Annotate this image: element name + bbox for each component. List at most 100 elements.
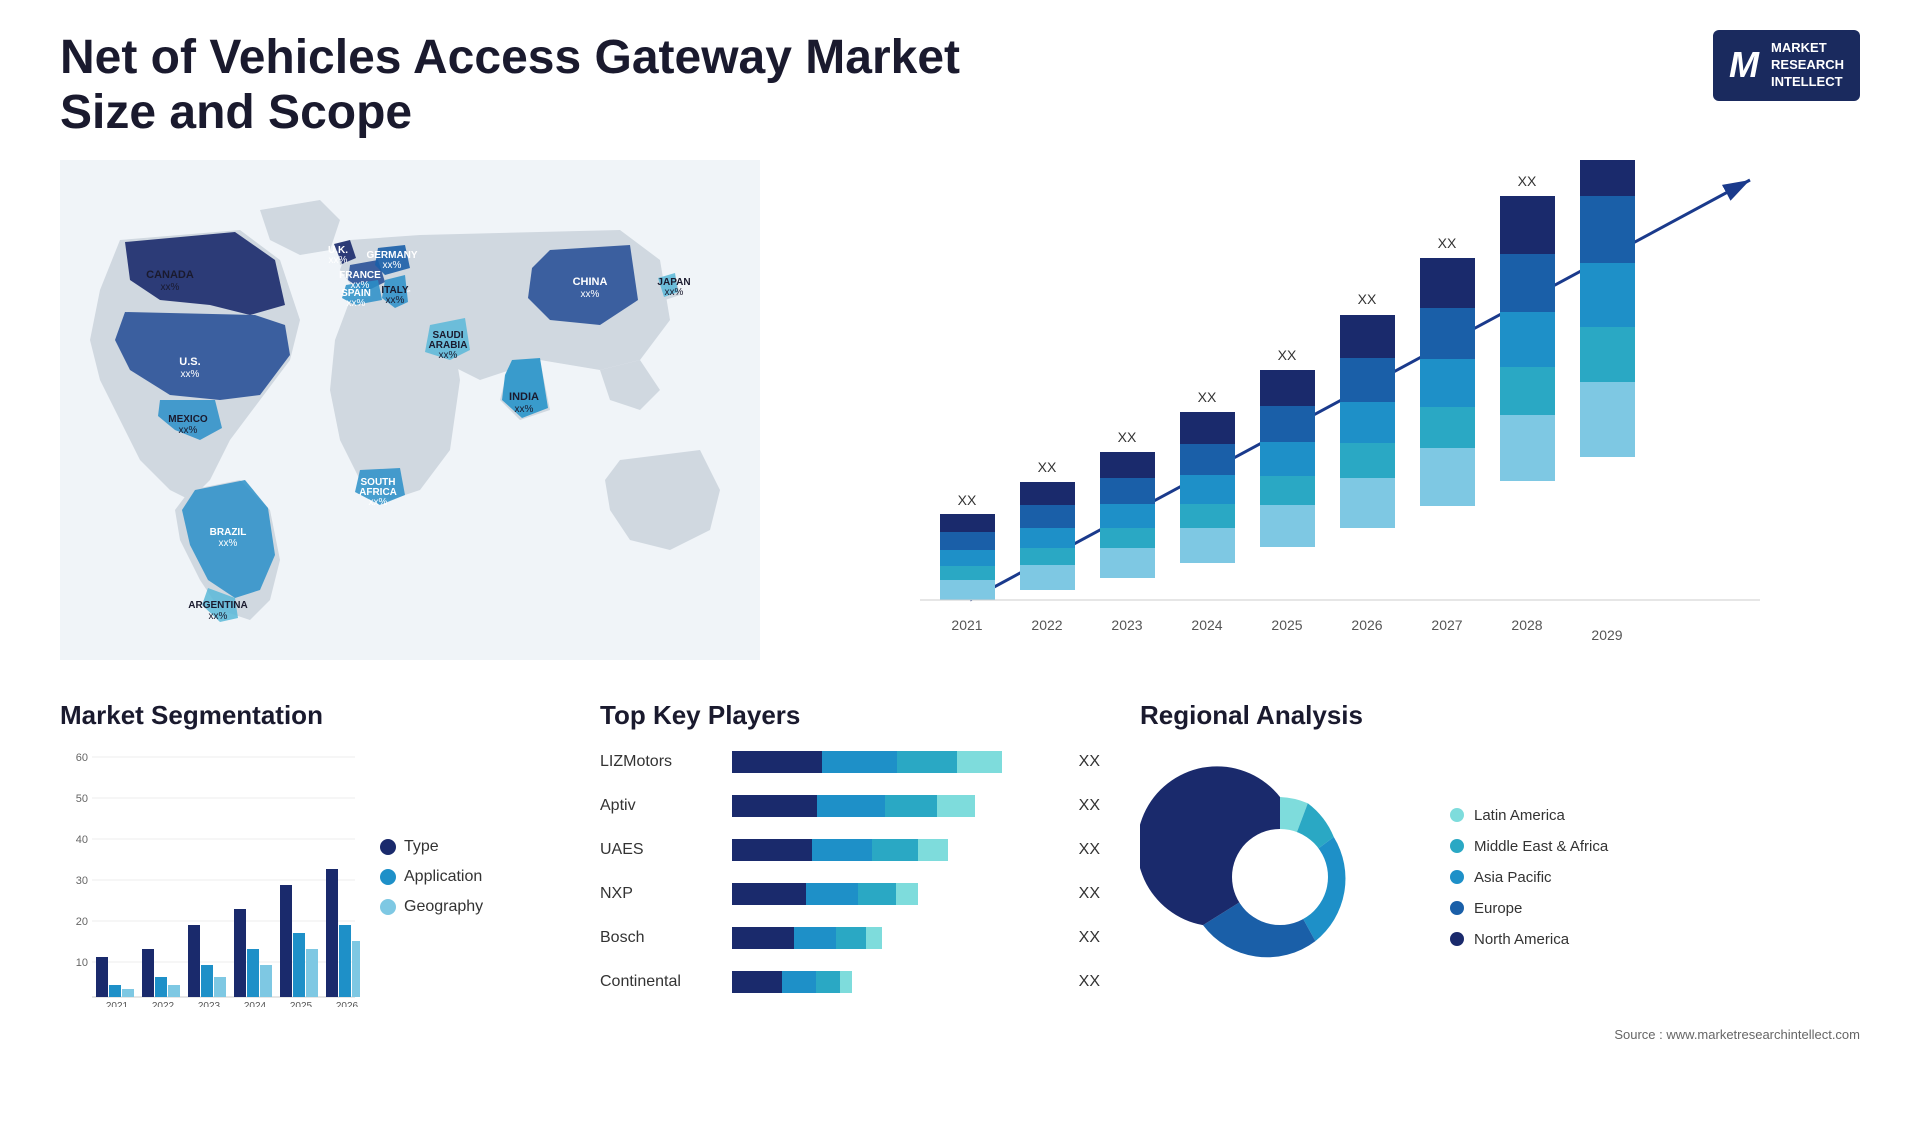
logo: M MARKET RESEARCH INTELLECT	[1713, 30, 1860, 101]
regional-title: Regional Analysis	[1140, 700, 1860, 731]
svg-text:U.S.: U.S.	[179, 356, 200, 368]
svg-text:2024: 2024	[1191, 617, 1222, 633]
type-label: Type	[404, 838, 439, 856]
svg-text:xx%: xx%	[181, 369, 200, 380]
logo-letter: M	[1729, 44, 1759, 86]
player-aptiv: Aptiv XX	[600, 791, 1100, 821]
bar-chart-svg: XX 2021 XX 2022 XX 2023	[820, 160, 1860, 660]
na-label: North America	[1474, 931, 1569, 948]
type-dot	[380, 839, 396, 855]
europe-dot	[1450, 901, 1464, 915]
svg-text:XX: XX	[1518, 173, 1537, 189]
map-svg: CANADA xx% U.S. xx% MEXICO xx% BRAZIL xx…	[60, 160, 760, 660]
player-name-bosch: Bosch	[600, 929, 720, 947]
reg-legend-mea: Middle East & Africa	[1450, 838, 1608, 855]
svg-text:XX: XX	[958, 492, 977, 508]
key-players-section: Top Key Players LIZMotors XX	[600, 700, 1100, 1042]
svg-text:MEXICO: MEXICO	[168, 414, 208, 425]
player-bosch: Bosch XX	[600, 923, 1100, 953]
svg-text:2025: 2025	[290, 1001, 313, 1007]
player-bar-bosch	[732, 923, 1059, 953]
latin-label: Latin America	[1474, 807, 1565, 824]
donut-area: Latin America Middle East & Africa Asia …	[1140, 747, 1860, 1007]
legend-type: Type	[380, 838, 483, 856]
player-name-aptiv: Aptiv	[600, 797, 720, 815]
player-name-continental: Continental	[600, 973, 720, 991]
world-map: CANADA xx% U.S. xx% MEXICO xx% BRAZIL xx…	[60, 160, 760, 660]
donut-chart-svg	[1140, 747, 1420, 1007]
svg-text:xx%: xx%	[386, 295, 405, 306]
svg-text:2022: 2022	[1031, 617, 1062, 633]
svg-text:xx%: xx%	[347, 298, 366, 309]
svg-text:CANADA: CANADA	[146, 269, 194, 281]
mea-label: Middle East & Africa	[1474, 838, 1608, 855]
player-name-lizmotors: LIZMotors	[600, 753, 720, 771]
regional-section: Regional Analysis	[1140, 700, 1860, 1042]
seg-chart-svg: 60 50 40 30 20 10	[60, 747, 360, 1007]
player-bar-continental	[732, 967, 1059, 997]
players-list: LIZMotors XX Aptiv	[600, 747, 1100, 997]
svg-text:XX: XX	[1038, 459, 1057, 475]
latin-dot	[1450, 808, 1464, 822]
svg-text:xx%: xx%	[369, 497, 388, 508]
player-val-uaes: XX	[1079, 841, 1100, 859]
player-nxp: NXP XX	[600, 879, 1100, 909]
player-val-continental: XX	[1079, 973, 1100, 991]
player-val-aptiv: XX	[1079, 797, 1100, 815]
svg-text:60: 60	[76, 752, 88, 764]
logo-text: MARKET RESEARCH INTELLECT	[1771, 40, 1844, 91]
player-val-lizmotors: XX	[1079, 753, 1100, 771]
svg-text:40: 40	[76, 834, 88, 846]
geography-dot	[380, 899, 396, 915]
svg-text:XX: XX	[1118, 429, 1137, 445]
svg-text:2021: 2021	[951, 617, 982, 633]
svg-text:20: 20	[76, 916, 88, 928]
player-bar-lizmotors	[732, 747, 1059, 777]
svg-text:10: 10	[76, 957, 88, 969]
application-label: Application	[404, 868, 482, 886]
player-continental: Continental XX	[600, 967, 1100, 997]
svg-text:xx%: xx%	[383, 260, 402, 271]
svg-text:2021: 2021	[106, 1001, 129, 1007]
player-uaes: UAES XX	[600, 835, 1100, 865]
segmentation-section: Market Segmentation 60 50 40 30 20 10	[60, 700, 560, 1042]
svg-text:xx%: xx%	[439, 350, 458, 361]
svg-text:XX: XX	[1278, 347, 1297, 363]
svg-text:BRAZIL: BRAZIL	[210, 527, 247, 538]
svg-text:xx%: xx%	[161, 282, 180, 293]
bar-chart: XX 2021 XX 2022 XX 2023	[800, 160, 1860, 660]
europe-label: Europe	[1474, 900, 1522, 917]
svg-text:2022: 2022	[152, 1001, 175, 1007]
mea-dot	[1450, 839, 1464, 853]
player-bar-aptiv	[732, 791, 1059, 821]
reg-legend-na: North America	[1450, 931, 1608, 948]
legend-application: Application	[380, 868, 483, 886]
player-val-bosch: XX	[1079, 929, 1100, 947]
na-dot	[1450, 932, 1464, 946]
page-title: Net of Vehicles Access Gateway Market Si…	[60, 30, 960, 140]
svg-text:50: 50	[76, 793, 88, 805]
svg-text:CHINA: CHINA	[573, 276, 608, 288]
geography-label: Geography	[404, 898, 483, 916]
svg-text:2028: 2028	[1511, 617, 1542, 633]
svg-text:INDIA: INDIA	[509, 391, 539, 403]
application-dot	[380, 869, 396, 885]
svg-text:xx%: xx%	[209, 611, 228, 622]
svg-text:xx%: xx%	[179, 425, 198, 436]
page-container: Net of Vehicles Access Gateway Market Si…	[0, 0, 1920, 1072]
svg-text:XX: XX	[1198, 389, 1217, 405]
header: Net of Vehicles Access Gateway Market Si…	[60, 30, 1860, 140]
svg-text:xx%: xx%	[581, 289, 600, 300]
svg-text:ARGENTINA: ARGENTINA	[188, 600, 247, 611]
player-lizmotors: LIZMotors XX	[600, 747, 1100, 777]
legend-geography: Geography	[380, 898, 483, 916]
svg-text:2023: 2023	[1111, 617, 1142, 633]
segmentation-title: Market Segmentation	[60, 700, 560, 731]
svg-text:2026: 2026	[336, 1001, 359, 1007]
player-bar-uaes	[732, 835, 1059, 865]
svg-text:2026: 2026	[1351, 617, 1382, 633]
svg-text:XX: XX	[1358, 291, 1377, 307]
svg-text:xx%: xx%	[515, 404, 534, 415]
apac-label: Asia Pacific	[1474, 869, 1552, 886]
seg-legend: Type Application Geography	[380, 838, 483, 916]
